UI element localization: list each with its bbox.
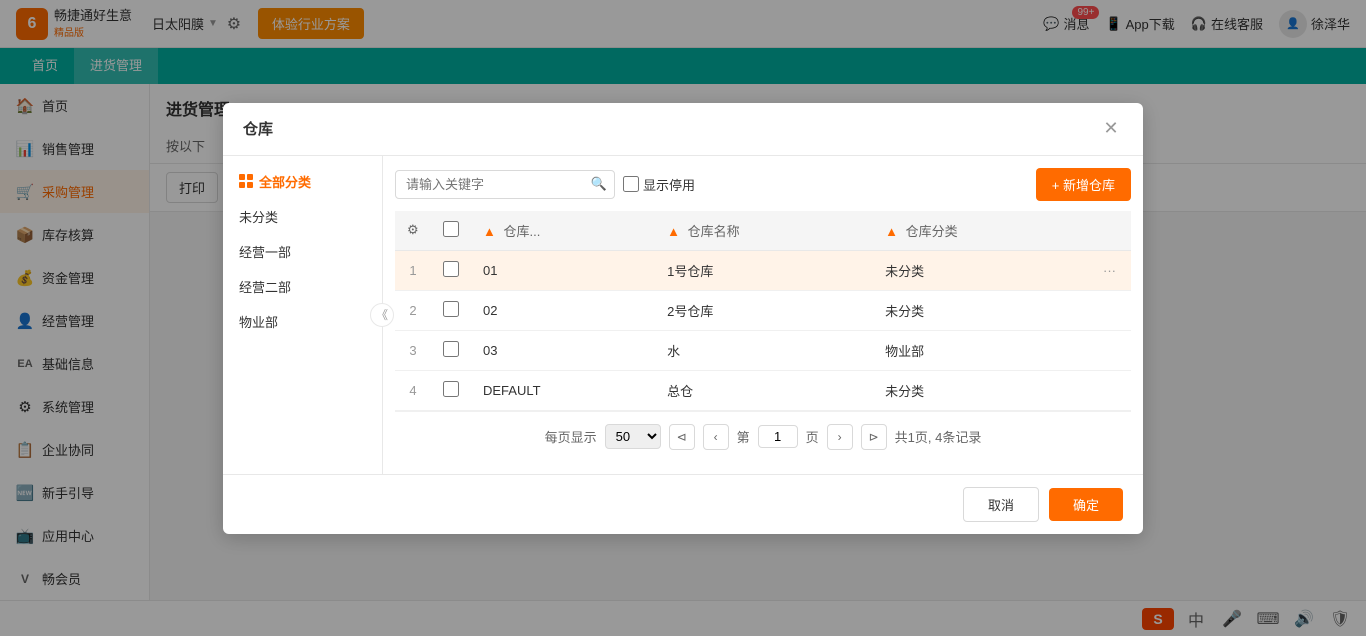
last-page-button[interactable]: ⊳: [861, 424, 887, 450]
prev-page-button[interactable]: ‹: [703, 424, 729, 450]
row-category: 物业部: [873, 330, 1091, 370]
search-input-wrap: 🔍: [395, 170, 615, 199]
sort-icon: ▲: [483, 224, 496, 239]
grid-icon: [239, 174, 253, 188]
th-actions: [1091, 211, 1131, 251]
row-check: [431, 250, 471, 290]
row-check: [431, 290, 471, 330]
search-bar: 🔍 显示停用 + 新增仓库: [395, 168, 1131, 201]
row-code: 01: [471, 250, 655, 290]
collapse-icon[interactable]: 《: [370, 303, 394, 327]
row-code: 02: [471, 290, 655, 330]
row-category: 未分类: [873, 370, 1091, 410]
more-icon[interactable]: ···: [1103, 263, 1116, 278]
gear-icon: ⚙: [407, 222, 419, 237]
row-checkbox[interactable]: [443, 381, 459, 397]
per-page-select-wrap: 50 100 200: [605, 424, 661, 449]
next-page-button[interactable]: ›: [827, 424, 853, 450]
row-checkbox[interactable]: [443, 261, 459, 277]
row-category: 未分类: [873, 290, 1091, 330]
row-check: [431, 330, 471, 370]
search-icon[interactable]: 🔍: [591, 176, 607, 192]
cat-item-property[interactable]: 物业部: [223, 304, 382, 339]
pagination: 每页显示 50 100 200 ⊲ ‹ 第 页 › ⊳ 共: [395, 411, 1131, 462]
table-row[interactable]: 2 02 2号仓库 未分类: [395, 290, 1131, 330]
dialog-footer: 取消 确定: [223, 474, 1143, 534]
row-more: [1091, 370, 1131, 410]
warehouse-table-wrap: ⚙ ▲ 仓库... ▲: [395, 211, 1131, 411]
table-row[interactable]: 3 03 水 物业部: [395, 330, 1131, 370]
row-name: 总仓: [655, 370, 873, 410]
warehouse-table: ⚙ ▲ 仓库... ▲: [395, 211, 1131, 411]
table-header-row: ⚙ ▲ 仓库... ▲: [395, 211, 1131, 251]
table-row[interactable]: 4 DEFAULT 总仓 未分类: [395, 370, 1131, 410]
dialog-content: 🔍 显示停用 + 新增仓库 ⚙: [383, 156, 1143, 474]
row-check: [431, 370, 471, 410]
sort-icon-name: ▲: [667, 224, 680, 239]
dialog-title: 仓库: [243, 118, 273, 139]
row-num: 4: [395, 370, 431, 410]
row-category: 未分类: [873, 250, 1091, 290]
th-checkbox: [431, 211, 471, 251]
row-more: [1091, 330, 1131, 370]
cat-item-dept1[interactable]: 经营一部: [223, 234, 382, 269]
row-code: 03: [471, 330, 655, 370]
row-more: ···: [1091, 250, 1131, 290]
warehouse-dialog: 仓库 ✕ 全部分类 未分类 经营一部 经营二部 物业部 《: [223, 103, 1143, 534]
th-name: ▲ 仓库名称: [655, 211, 873, 251]
per-page-select[interactable]: 50 100 200: [605, 424, 661, 449]
category-header: 全部分类: [223, 164, 382, 199]
dialog-header: 仓库 ✕: [223, 103, 1143, 156]
table-row[interactable]: 1 01 1号仓库 未分类 ···: [395, 250, 1131, 290]
show-disabled-checkbox[interactable]: [623, 176, 639, 192]
row-checkbox[interactable]: [443, 301, 459, 317]
close-icon[interactable]: ✕: [1099, 117, 1123, 141]
row-more: [1091, 290, 1131, 330]
search-input[interactable]: [395, 170, 615, 199]
modal-overlay[interactable]: 仓库 ✕ 全部分类 未分类 经营一部 经营二部 物业部 《: [0, 0, 1366, 636]
dialog-body: 全部分类 未分类 经营一部 经营二部 物业部 《 🔍: [223, 156, 1143, 474]
row-checkbox[interactable]: [443, 341, 459, 357]
th-category: ▲ 仓库分类: [873, 211, 1091, 251]
cancel-button[interactable]: 取消: [963, 487, 1039, 522]
sort-icon-cat: ▲: [885, 224, 898, 239]
show-disabled-label[interactable]: 显示停用: [623, 175, 695, 194]
new-warehouse-button[interactable]: + 新增仓库: [1036, 168, 1131, 201]
select-all-checkbox[interactable]: [443, 221, 459, 237]
cat-item-dept2[interactable]: 经营二部: [223, 269, 382, 304]
row-code: DEFAULT: [471, 370, 655, 410]
row-num: 3: [395, 330, 431, 370]
category-sidebar: 全部分类 未分类 经营一部 经营二部 物业部 《: [223, 156, 383, 474]
row-name: 2号仓库: [655, 290, 873, 330]
confirm-button[interactable]: 确定: [1049, 488, 1123, 521]
th-code: ▲ 仓库...: [471, 211, 655, 251]
th-gear: ⚙: [395, 211, 431, 251]
row-name: 1号仓库: [655, 250, 873, 290]
cat-item-unclassified[interactable]: 未分类: [223, 199, 382, 234]
row-num: 1: [395, 250, 431, 290]
first-page-button[interactable]: ⊲: [669, 424, 695, 450]
row-name: 水: [655, 330, 873, 370]
page-input[interactable]: [758, 425, 798, 448]
row-num: 2: [395, 290, 431, 330]
